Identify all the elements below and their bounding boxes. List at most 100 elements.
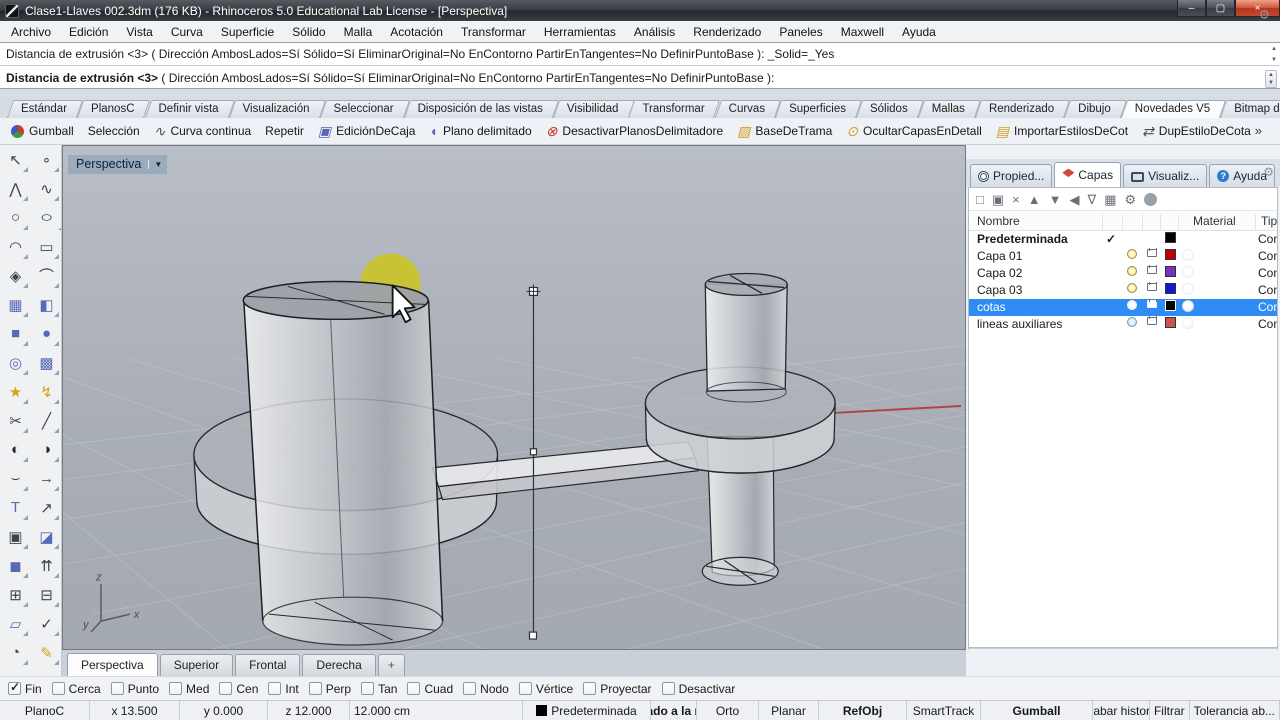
osnap-item[interactable]: Fin (8, 680, 42, 696)
layer-row[interactable]: Capa 02 Continua (969, 265, 1277, 282)
toolbar-overflow-chevron[interactable]: » (1255, 123, 1262, 138)
layer-color-swatch[interactable] (1165, 283, 1176, 294)
layer-visibility-bulb-icon[interactable] (1127, 300, 1137, 310)
panel-tab[interactable]: Capas (1054, 162, 1122, 187)
sidebar-tool-button[interactable]: ∿ (33, 176, 60, 202)
menu-item[interactable]: Acotación (381, 23, 452, 41)
status-cell[interactable]: Grabar historial (1093, 701, 1150, 720)
toolbar-button[interactable]: ▤ ImportarEstilosDeCot (989, 119, 1135, 143)
right-cylinder-upper[interactable] (704, 272, 788, 403)
viewport-title-dropdown[interactable]: Perspectiva ▼ (68, 155, 168, 174)
status-cell[interactable]: 12.000 cm (350, 701, 523, 720)
toolbar-tab[interactable]: Bitmap de fondo (1223, 100, 1280, 118)
layer-material-icon[interactable] (1182, 249, 1194, 261)
toolbar-tab[interactable]: Seleccionar (323, 100, 407, 118)
toolbar-button[interactable]: ◖ Plano delimitado (422, 119, 538, 143)
layer-lock-icon[interactable] (1147, 248, 1157, 257)
osnap-item[interactable]: Cuad (407, 682, 453, 696)
sidebar-tool-button[interactable]: ▭ (33, 234, 60, 260)
toolbar-tab[interactable]: PlanosC (80, 100, 147, 118)
toolbar-button[interactable]: ⊙ OcultarCapasEnDetall (839, 119, 988, 143)
status-cell[interactable]: RefObj (819, 701, 907, 720)
sidebar-tool-button[interactable]: ◧ (33, 292, 60, 318)
spin-up-icon[interactable]: ▲ (1268, 72, 1274, 78)
layers-toolbar-button[interactable]: ▼ (1049, 193, 1062, 206)
layers-toolbar-button[interactable]: □ (976, 193, 984, 206)
osnap-checkbox[interactable] (219, 682, 233, 695)
osnap-item[interactable]: Punto (110, 682, 159, 696)
toolbar-tab[interactable]: Superficies (778, 100, 859, 118)
panel-tab[interactable]: Propied... (970, 164, 1053, 187)
osnap-checkbox[interactable] (661, 682, 675, 695)
viewport-tab[interactable]: Superior (159, 654, 234, 676)
ribbon-gear-icon[interactable]: ⚙ (1258, 7, 1270, 23)
sidebar-tool-button[interactable]: ▣ (2, 524, 29, 550)
viewport-tab[interactable]: Perspectiva (67, 653, 158, 676)
layer-lock-icon[interactable] (1147, 265, 1157, 274)
osnap-checkbox[interactable] (583, 682, 597, 695)
osnap-item[interactable]: Nodo (463, 682, 509, 696)
toolbar-tab[interactable]: Curvas (718, 100, 778, 118)
sidebar-tool-button[interactable]: ⋀ (2, 176, 29, 202)
status-cell[interactable]: Planar (759, 701, 819, 720)
viewport-tab[interactable]: Derecha (302, 654, 376, 676)
status-cell[interactable]: y 0.000 (180, 701, 268, 720)
toolbar-tab[interactable]: Novedades V5 (1124, 100, 1223, 118)
osnap-checkbox[interactable] (169, 682, 183, 695)
menu-item[interactable]: Edición (60, 23, 117, 41)
osnap-item[interactable]: Perp (308, 682, 351, 696)
sidebar-tool-button[interactable]: ✎ (33, 640, 60, 666)
osnap-item[interactable]: Desactivar (661, 682, 735, 696)
layer-visibility-bulb-icon[interactable] (1127, 317, 1137, 327)
sidebar-tool-button[interactable]: ○ (2, 205, 29, 231)
status-cell[interactable]: Gumball (981, 701, 1093, 720)
layer-visibility-bulb-icon[interactable] (1127, 266, 1137, 276)
sidebar-tool-button[interactable]: ● (33, 321, 60, 347)
menu-item[interactable]: Herramientas (535, 23, 625, 41)
spin-down-icon[interactable]: ▼ (1268, 80, 1274, 86)
toolbar-tab[interactable]: Estándar (10, 100, 80, 118)
status-cell[interactable]: z 12.000 (268, 701, 350, 720)
toolbar-tab[interactable]: Dibujo (1067, 100, 1124, 118)
osnap-checkbox[interactable] (361, 682, 375, 695)
viewport-tab[interactable]: + (377, 654, 405, 676)
sidebar-tool-button[interactable]: ↗ (33, 495, 60, 521)
sidebar-tool-button[interactable]: ○ (26, 205, 61, 231)
sidebar-tool-button[interactable]: ↯ (33, 379, 60, 405)
menu-item[interactable]: Sólido (283, 23, 334, 41)
toolbar-button[interactable]: ∿ Curva continua (147, 119, 258, 143)
menu-item[interactable]: Maxwell (832, 23, 893, 41)
layers-toolbar-button[interactable] (1144, 192, 1158, 206)
osnap-item[interactable]: Cerca (51, 682, 101, 696)
toolbar-tab[interactable]: Transformar (631, 100, 717, 118)
sidebar-tool-button[interactable]: ⊞ (2, 582, 29, 608)
status-cell[interactable]: Filtrar (1150, 701, 1190, 720)
status-cell[interactable]: x 13.500 (90, 701, 180, 720)
layer-color-swatch[interactable] (1165, 300, 1176, 311)
toolbar-button[interactable]: ⊗ DesactivarPlanosDelimitadore (539, 119, 730, 143)
menu-item[interactable]: Renderizado (684, 23, 770, 41)
layer-material-icon[interactable] (1182, 317, 1194, 329)
status-cell[interactable]: Orto (697, 701, 759, 720)
osnap-checkbox[interactable] (407, 682, 421, 695)
toolbar-tab[interactable]: Visualización (232, 100, 323, 118)
sidebar-tool-button[interactable]: ◐ (2, 437, 29, 463)
layer-color-swatch[interactable] (1165, 266, 1176, 277)
layer-material-icon[interactable] (1182, 283, 1194, 295)
layer-lock-icon[interactable] (1147, 282, 1157, 291)
sidebar-tool-button[interactable]: ▦ (2, 292, 29, 318)
perspective-viewport[interactable]: z x y Perspectiva ▼ (62, 145, 966, 650)
toolbar-tab[interactable]: Mallas (921, 100, 978, 118)
minimize-button[interactable]: – (1177, 0, 1206, 17)
osnap-checkbox[interactable] (463, 682, 477, 695)
layer-material-icon[interactable] (1182, 300, 1194, 312)
sidebar-tool-button[interactable]: ⌣ (2, 466, 29, 492)
sidebar-tool-button[interactable]: ◼ (2, 553, 29, 579)
sidebar-tool-button[interactable]: ◔ (2, 640, 29, 666)
menu-item[interactable]: Ayuda (893, 23, 945, 41)
sidebar-tool-button[interactable]: ✓ (33, 611, 60, 637)
layers-toolbar-button[interactable]: ◀ (1070, 193, 1080, 206)
layer-lock-icon[interactable] (1147, 316, 1157, 325)
layer-row[interactable]: cotas Continua (969, 299, 1277, 316)
menu-item[interactable]: Paneles (770, 23, 831, 41)
